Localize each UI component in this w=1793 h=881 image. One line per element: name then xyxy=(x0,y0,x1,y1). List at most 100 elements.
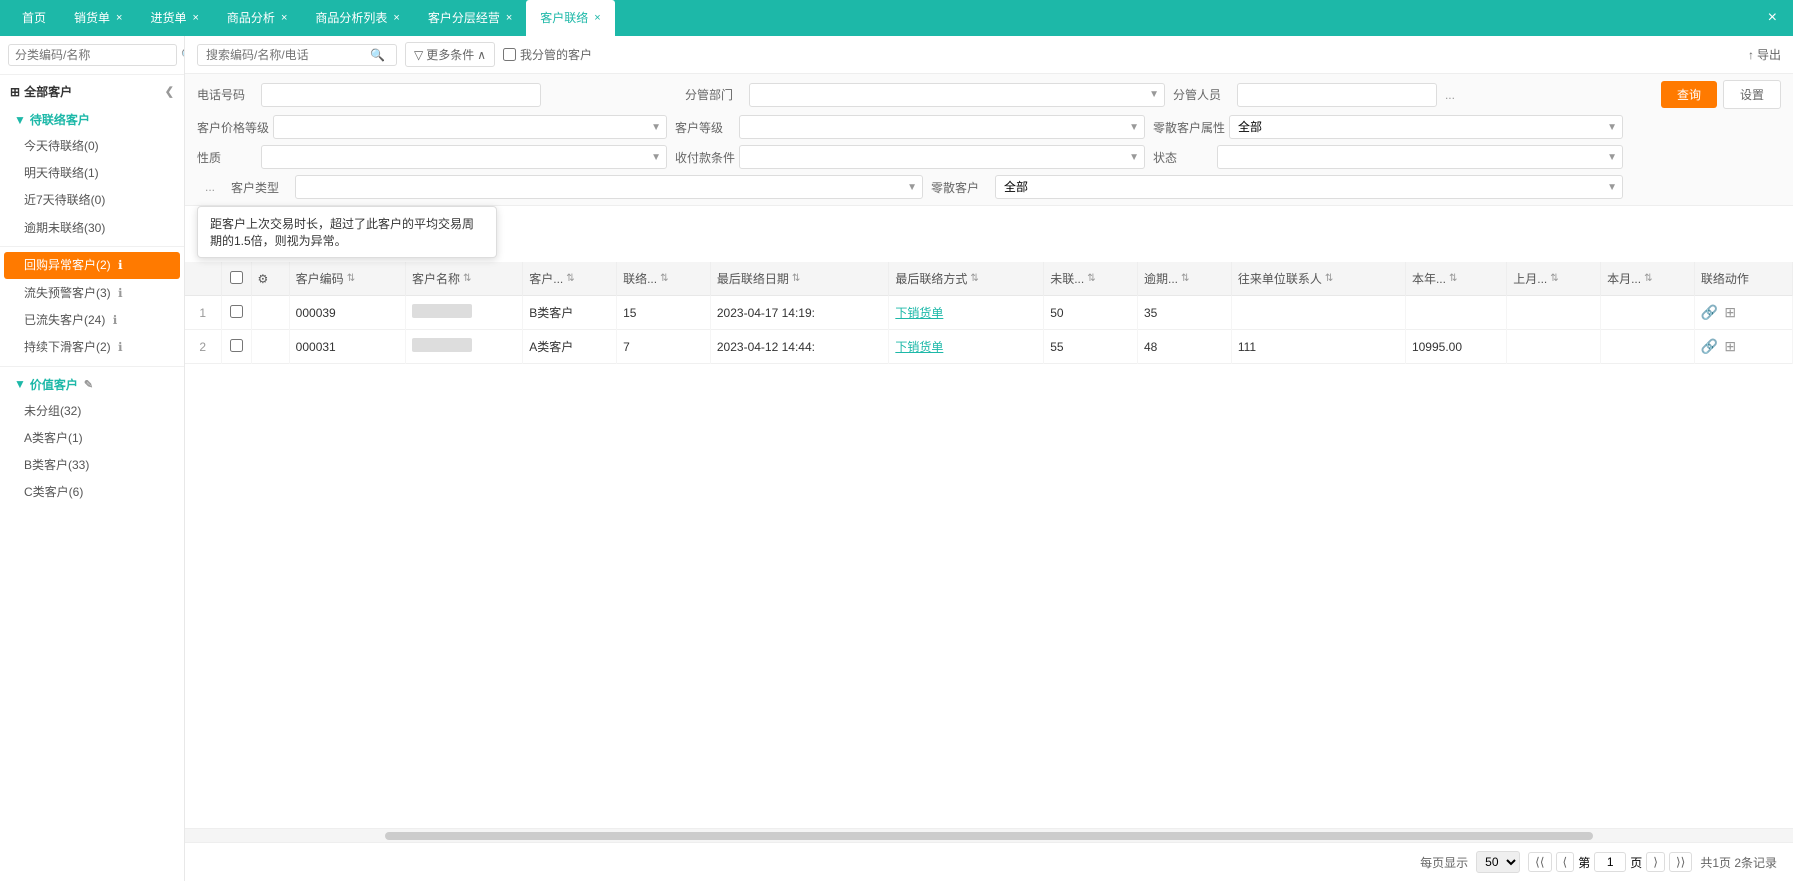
manager-more-icon[interactable]: ... xyxy=(1445,88,1455,102)
advanced-filters: 电话号码 分管部门 ▼ 分管人员 ... xyxy=(185,74,1793,206)
filter-customer-level-select[interactable] xyxy=(739,115,1145,139)
sidebar-item-declining[interactable]: 持续下滑客户(2) ℹ xyxy=(0,334,184,361)
grid-action-icon-2[interactable]: ⊞ xyxy=(1724,338,1736,355)
last-method-link-1[interactable]: 下销货单 xyxy=(895,306,943,320)
grid-action-icon-1[interactable]: ⊞ xyxy=(1724,304,1736,321)
row-name-2 xyxy=(405,330,522,364)
link-action-icon-2[interactable]: 🔗 xyxy=(1701,338,1718,355)
sidebar-item-c-class[interactable]: C类客户(6) xyxy=(0,479,184,506)
close-purchase-icon[interactable]: × xyxy=(192,0,198,36)
filter-phone-input[interactable] xyxy=(261,83,541,107)
filter-status-select[interactable] xyxy=(1217,145,1623,169)
sort-icon-last-month: ⇅ xyxy=(1550,273,1558,284)
sidebar-all-customers-header[interactable]: ⊞ 全部客户 ❮ xyxy=(0,75,184,106)
window-close-button[interactable]: × xyxy=(1760,9,1785,27)
settings-button[interactable]: 设置 xyxy=(1723,80,1781,109)
sidebar-item-repurchase-abnormal[interactable]: 回购异常客户(2) ℹ xyxy=(4,252,180,279)
filter-customer-level-wrapper: ▼ xyxy=(739,115,1145,139)
sidebar-group-pending[interactable]: ▼ 待联络客户 xyxy=(0,106,184,133)
info-icon-4: ℹ xyxy=(118,340,123,354)
sidebar-item-churn-warning[interactable]: 流失预警客户(3) ℹ xyxy=(0,280,184,307)
value-group-edit-icon[interactable]: ✎ xyxy=(84,378,93,391)
th-this-year[interactable]: 本年... ⇅ xyxy=(1405,262,1506,296)
th-unit-contact[interactable]: 往来单位联系人 ⇅ xyxy=(1231,262,1405,296)
th-contact[interactable]: 联络... ⇅ xyxy=(617,262,711,296)
row-code-2: 000031 xyxy=(289,330,405,364)
th-this-month[interactable]: 本月... ⇅ xyxy=(1601,262,1695,296)
row-last-contact-date-2: 2023-04-12 14:44: xyxy=(710,330,888,364)
filter-price-level: 客户价格等级 ▼ xyxy=(197,115,667,139)
sidebar-item-b-class[interactable]: B类客户(33) xyxy=(0,452,184,479)
sidebar-group-value[interactable]: ▼ 价值客户 ✎ xyxy=(0,371,184,398)
th-overdue[interactable]: 逾期... ⇅ xyxy=(1138,262,1232,296)
prev-page-button[interactable]: ⟨ xyxy=(1556,852,1575,872)
close-product-list-icon[interactable]: × xyxy=(393,0,399,36)
filter-manager-input[interactable] xyxy=(1237,83,1437,107)
filter-price-level-select[interactable] xyxy=(273,115,667,139)
last-method-link-2[interactable]: 下销货单 xyxy=(895,340,943,354)
row-this-month-2 xyxy=(1601,330,1695,364)
nav-product-list[interactable]: 商品分析列表 × xyxy=(301,0,413,36)
th-name[interactable]: 客户名称 ⇅ xyxy=(405,262,522,296)
th-last-month[interactable]: 上月... ⇅ xyxy=(1507,262,1601,296)
sidebar-item-overdue[interactable]: 逾期未联络(30) xyxy=(0,215,184,242)
nav-purchase[interactable]: 进货单 × xyxy=(136,0,212,36)
main-layout: 🔍 ⊞ 全部客户 ❮ ▼ 待联络客户 今天待联络(0) 明天待联络(1) 近7天… xyxy=(0,36,1793,881)
scrollbar-thumb[interactable] xyxy=(385,832,1593,840)
filter-scatter-attr-select[interactable]: 全部 xyxy=(1229,115,1623,139)
close-sales-icon[interactable]: × xyxy=(116,0,122,36)
row-uncontacted-1: 50 xyxy=(1044,296,1138,330)
table-row: 1 000039 B类客户 15 2023-04-17 14:19: xyxy=(185,296,1793,330)
export-button[interactable]: ↑ 导出 xyxy=(1748,46,1781,63)
nav-product-analysis[interactable]: 商品分析 × xyxy=(213,0,301,36)
th-last-contact-method[interactable]: 最后联络方式 ⇅ xyxy=(889,262,1044,296)
nav-sales[interactable]: 销货单 × xyxy=(60,0,136,36)
settings-icon-th[interactable]: ⚙ xyxy=(258,272,269,286)
last-page-button[interactable]: ⟩⟩ xyxy=(1669,852,1692,872)
query-button[interactable]: 查询 xyxy=(1661,81,1717,108)
filter-phone-label: 电话号码 xyxy=(197,86,257,103)
th-uncontacted[interactable]: 未联... ⇅ xyxy=(1044,262,1138,296)
nav-customer-ops[interactable]: 客户分层经营 × xyxy=(414,0,526,36)
filter-customer-type-select[interactable] xyxy=(295,175,923,199)
nav-customer-contact[interactable]: 客户联络 × xyxy=(526,0,614,36)
per-page-select[interactable]: 50 xyxy=(1476,851,1520,873)
next-page-button[interactable]: ⟩ xyxy=(1646,852,1665,872)
row-settings-2 xyxy=(251,330,289,364)
table-area[interactable]: ⚙ 客户编码 ⇅ 客户名称 ⇅ xyxy=(185,262,1793,828)
close-customer-ops-icon[interactable]: × xyxy=(506,0,512,36)
th-last-contact-date[interactable]: 最后联络日期 ⇅ xyxy=(710,262,888,296)
nav-home[interactable]: 首页 xyxy=(8,0,60,36)
my-customers-checkbox[interactable] xyxy=(503,48,516,61)
sidebar-item-7days[interactable]: 近7天待联络(0) xyxy=(0,187,184,214)
more-conditions-button[interactable]: ▽ 更多条件 ∧ xyxy=(405,42,495,67)
sidebar-item-a-class[interactable]: A类客户(1) xyxy=(0,425,184,452)
search-input[interactable] xyxy=(206,48,366,62)
sidebar-item-tomorrow[interactable]: 明天待联络(1) xyxy=(0,160,184,187)
current-page-input[interactable] xyxy=(1594,852,1626,872)
horizontal-scrollbar[interactable] xyxy=(185,828,1793,842)
close-customer-contact-icon[interactable]: × xyxy=(594,0,600,36)
th-code[interactable]: 客户编码 ⇅ xyxy=(289,262,405,296)
filter-nature-select[interactable] xyxy=(261,145,667,169)
row-select-2[interactable] xyxy=(230,339,243,352)
filter-payment-select[interactable] xyxy=(739,145,1145,169)
filter-customer-type-label: 客户类型 xyxy=(231,179,291,196)
filter-more-button[interactable]: ... xyxy=(197,180,223,194)
export-icon: ↑ xyxy=(1748,48,1754,62)
link-action-icon-1[interactable]: 🔗 xyxy=(1701,304,1718,321)
close-product-analysis-icon[interactable]: × xyxy=(281,0,287,36)
sidebar-search-input[interactable] xyxy=(8,44,177,66)
select-all-checkbox[interactable] xyxy=(230,271,243,284)
first-page-button[interactable]: ⟨⟨ xyxy=(1528,852,1551,872)
filter-dept-select[interactable] xyxy=(749,83,1165,107)
sidebar-item-today[interactable]: 今天待联络(0) xyxy=(0,133,184,160)
sidebar-collapse-icon[interactable]: ❮ xyxy=(165,85,174,98)
th-type[interactable]: 客户... ⇅ xyxy=(523,262,617,296)
sidebar-item-churned[interactable]: 已流失客户(24) ℹ xyxy=(0,307,184,334)
filter-scatter-customer-select[interactable]: 全部 xyxy=(995,175,1623,199)
blurred-name-2 xyxy=(412,338,472,352)
sidebar-item-ungroup[interactable]: 未分组(32) xyxy=(0,398,184,425)
row-select-1[interactable] xyxy=(230,305,243,318)
row-num-1: 1 xyxy=(185,296,221,330)
